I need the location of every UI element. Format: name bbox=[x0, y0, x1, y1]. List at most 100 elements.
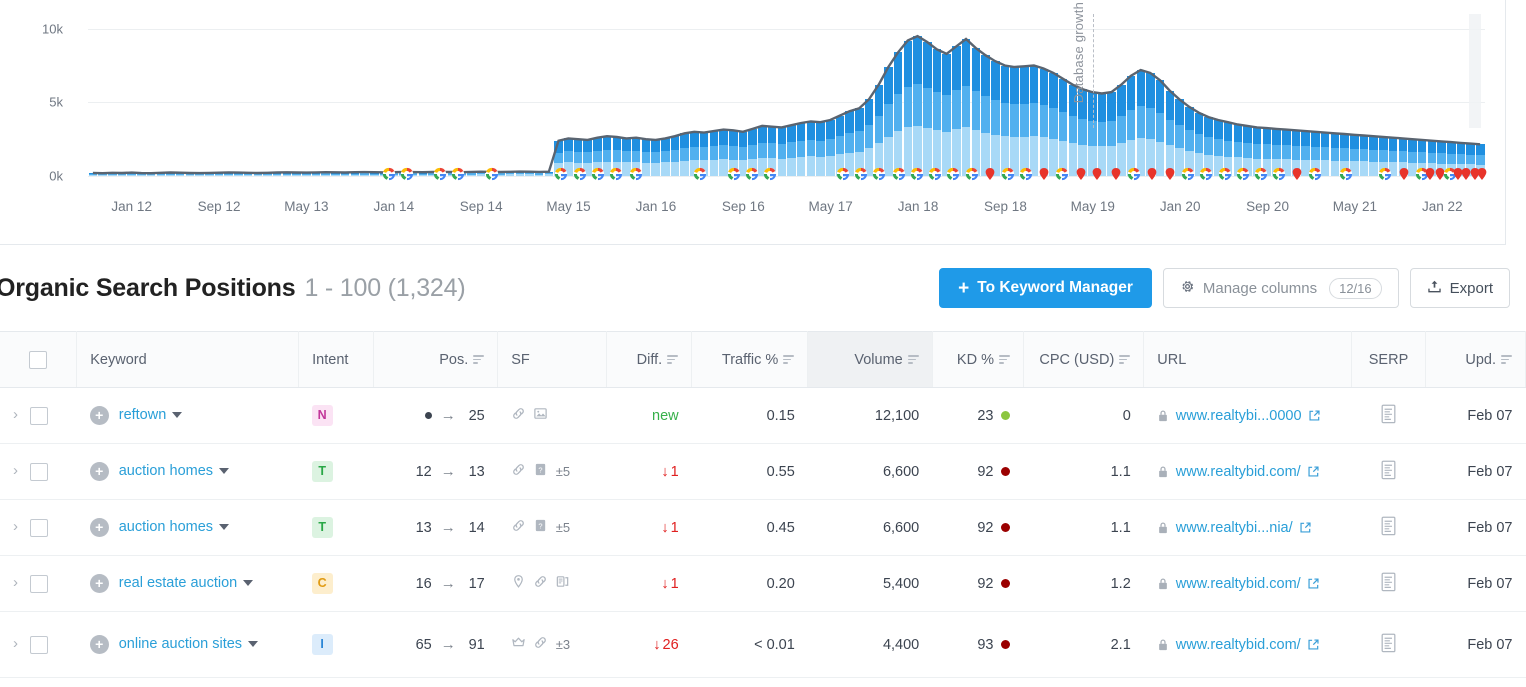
google-update-marker-icon[interactable] bbox=[693, 167, 707, 181]
column-header-volume[interactable]: Volume bbox=[807, 331, 933, 388]
google-update-marker-icon[interactable] bbox=[892, 167, 906, 181]
keyword-link[interactable]: auction homes bbox=[119, 463, 213, 479]
table-row[interactable]: › + reftown N → 25 new 0.15 12,100 23 0 www.realtyb… bbox=[0, 387, 1526, 444]
google-update-marker-icon[interactable] bbox=[1339, 167, 1353, 181]
map-pin-icon[interactable] bbox=[511, 574, 526, 593]
serp-feature-marker-icon[interactable] bbox=[1090, 167, 1104, 181]
link-icon[interactable] bbox=[511, 406, 526, 425]
table-row[interactable]: › + real estate auction C 16 → 17 ↓ 1 0.20 5,400 92… bbox=[0, 555, 1526, 612]
google-update-marker-icon[interactable] bbox=[745, 167, 759, 181]
row-checkbox[interactable] bbox=[30, 574, 48, 593]
column-header-upd[interactable]: Upd. bbox=[1425, 331, 1526, 388]
expand-row-icon[interactable]: › bbox=[13, 575, 18, 590]
table-row[interactable]: › + online auction sites I 65 → 91 ±3 ↓ 26 < 0.01 4… bbox=[0, 611, 1526, 678]
column-header-cpc[interactable]: CPC (USD) bbox=[1023, 331, 1145, 388]
table-row[interactable]: › + auction homes T 13 → 14? ±5 ↓ 1 0.45 6,600 92 1.1… bbox=[0, 499, 1526, 556]
link-icon[interactable] bbox=[533, 574, 548, 593]
sort-icon[interactable] bbox=[1119, 355, 1131, 364]
column-header-pos[interactable]: Pos. bbox=[373, 331, 499, 388]
external-link-icon[interactable] bbox=[1307, 638, 1320, 652]
row-checkbox[interactable] bbox=[30, 462, 48, 481]
expand-row-icon[interactable]: › bbox=[13, 519, 18, 534]
expand-row-icon[interactable]: › bbox=[13, 636, 18, 651]
google-update-marker-icon[interactable] bbox=[872, 167, 886, 181]
serp-preview-icon[interactable] bbox=[1380, 633, 1397, 653]
serp-preview-icon[interactable] bbox=[1380, 516, 1397, 536]
keyword-link[interactable]: reftown bbox=[119, 407, 167, 423]
google-update-marker-icon[interactable] bbox=[573, 167, 587, 181]
intent-cell[interactable]: C bbox=[298, 555, 374, 612]
keyword-dropdown-caret-icon[interactable] bbox=[172, 411, 183, 418]
google-update-marker-icon[interactable] bbox=[1308, 167, 1322, 181]
url-link[interactable]: www.realtybi...nia/ bbox=[1176, 520, 1293, 536]
row-checkbox[interactable] bbox=[30, 635, 48, 654]
google-update-marker-icon[interactable] bbox=[946, 167, 960, 181]
add-keyword-icon[interactable]: + bbox=[89, 406, 109, 425]
google-update-marker-icon[interactable] bbox=[1199, 167, 1213, 181]
export-button[interactable]: Export bbox=[1409, 268, 1510, 308]
column-header-traffic[interactable]: Traffic % bbox=[691, 331, 809, 388]
google-update-marker-icon[interactable] bbox=[591, 167, 605, 181]
url-link[interactable]: www.realtybid.com/ bbox=[1176, 464, 1301, 480]
intent-cell[interactable]: I bbox=[298, 611, 374, 678]
row-checkbox[interactable] bbox=[30, 518, 48, 537]
google-update-marker-icon[interactable] bbox=[1218, 167, 1232, 181]
serp-preview-icon[interactable] bbox=[1380, 404, 1397, 424]
local-pack-icon[interactable] bbox=[555, 574, 570, 593]
select-all-checkbox[interactable] bbox=[29, 350, 48, 369]
expand-row-icon[interactable]: › bbox=[13, 407, 18, 422]
google-update-marker-icon[interactable] bbox=[727, 167, 741, 181]
add-keyword-icon[interactable]: + bbox=[89, 462, 109, 481]
sort-icon[interactable] bbox=[667, 355, 679, 364]
sort-icon[interactable] bbox=[907, 355, 919, 364]
serp-feature-marker-icon[interactable] bbox=[1475, 167, 1489, 181]
google-update-marker-icon[interactable] bbox=[1254, 167, 1268, 181]
serp-feature-marker-icon[interactable] bbox=[1290, 167, 1304, 181]
google-update-marker-icon[interactable] bbox=[609, 167, 623, 181]
url-link[interactable]: www.realtybi...0000 bbox=[1176, 408, 1302, 424]
crown-icon[interactable] bbox=[511, 635, 526, 654]
keyword-link[interactable]: auction homes bbox=[119, 519, 213, 535]
faq-icon[interactable]: ? bbox=[533, 518, 548, 537]
serp-feature-marker-icon[interactable] bbox=[1037, 167, 1051, 181]
serp-feature-marker-icon[interactable] bbox=[1145, 167, 1159, 181]
google-update-marker-icon[interactable] bbox=[910, 167, 924, 181]
serp-feature-marker-icon[interactable] bbox=[1074, 167, 1088, 181]
url-link[interactable]: www.realtybid.com/ bbox=[1176, 576, 1301, 592]
link-icon[interactable] bbox=[533, 635, 548, 654]
external-link-icon[interactable] bbox=[1307, 465, 1320, 479]
intent-cell[interactable]: N bbox=[298, 387, 374, 444]
serp-preview-icon[interactable] bbox=[1380, 572, 1397, 592]
google-update-marker-icon[interactable] bbox=[451, 167, 465, 181]
google-update-marker-icon[interactable] bbox=[554, 167, 568, 181]
link-icon[interactable] bbox=[511, 462, 526, 481]
url-link[interactable]: www.realtybid.com/ bbox=[1176, 637, 1301, 653]
google-update-marker-icon[interactable] bbox=[1236, 167, 1250, 181]
keyword-link[interactable]: online auction sites bbox=[119, 636, 242, 652]
google-update-marker-icon[interactable] bbox=[433, 167, 447, 181]
intent-cell[interactable]: T bbox=[298, 499, 374, 556]
google-update-marker-icon[interactable] bbox=[928, 167, 942, 181]
keyword-dropdown-caret-icon[interactable] bbox=[219, 467, 230, 474]
keyword-link[interactable]: real estate auction bbox=[119, 575, 238, 591]
serp-feature-marker-icon[interactable] bbox=[1397, 167, 1411, 181]
image-icon[interactable] bbox=[533, 406, 548, 425]
column-header-kd[interactable]: KD % bbox=[932, 331, 1024, 388]
google-update-marker-icon[interactable] bbox=[1127, 167, 1141, 181]
row-checkbox[interactable] bbox=[30, 406, 48, 425]
sort-icon[interactable] bbox=[783, 355, 795, 364]
google-update-marker-icon[interactable] bbox=[1181, 167, 1195, 181]
google-update-marker-icon[interactable] bbox=[763, 167, 777, 181]
google-update-marker-icon[interactable] bbox=[1001, 167, 1015, 181]
keyword-dropdown-caret-icon[interactable] bbox=[243, 579, 254, 586]
sort-icon[interactable] bbox=[473, 355, 485, 364]
google-update-marker-icon[interactable] bbox=[1272, 167, 1286, 181]
google-update-marker-icon[interactable] bbox=[1019, 167, 1033, 181]
serp-feature-marker-icon[interactable] bbox=[1109, 167, 1123, 181]
google-update-marker-icon[interactable] bbox=[400, 167, 414, 181]
serp-feature-marker-icon[interactable] bbox=[1163, 167, 1177, 181]
intent-cell[interactable]: T bbox=[298, 443, 374, 500]
google-update-marker-icon[interactable] bbox=[854, 167, 868, 181]
to-keyword-manager-button[interactable]: + To Keyword Manager bbox=[939, 268, 1152, 308]
google-update-marker-icon[interactable] bbox=[965, 167, 979, 181]
